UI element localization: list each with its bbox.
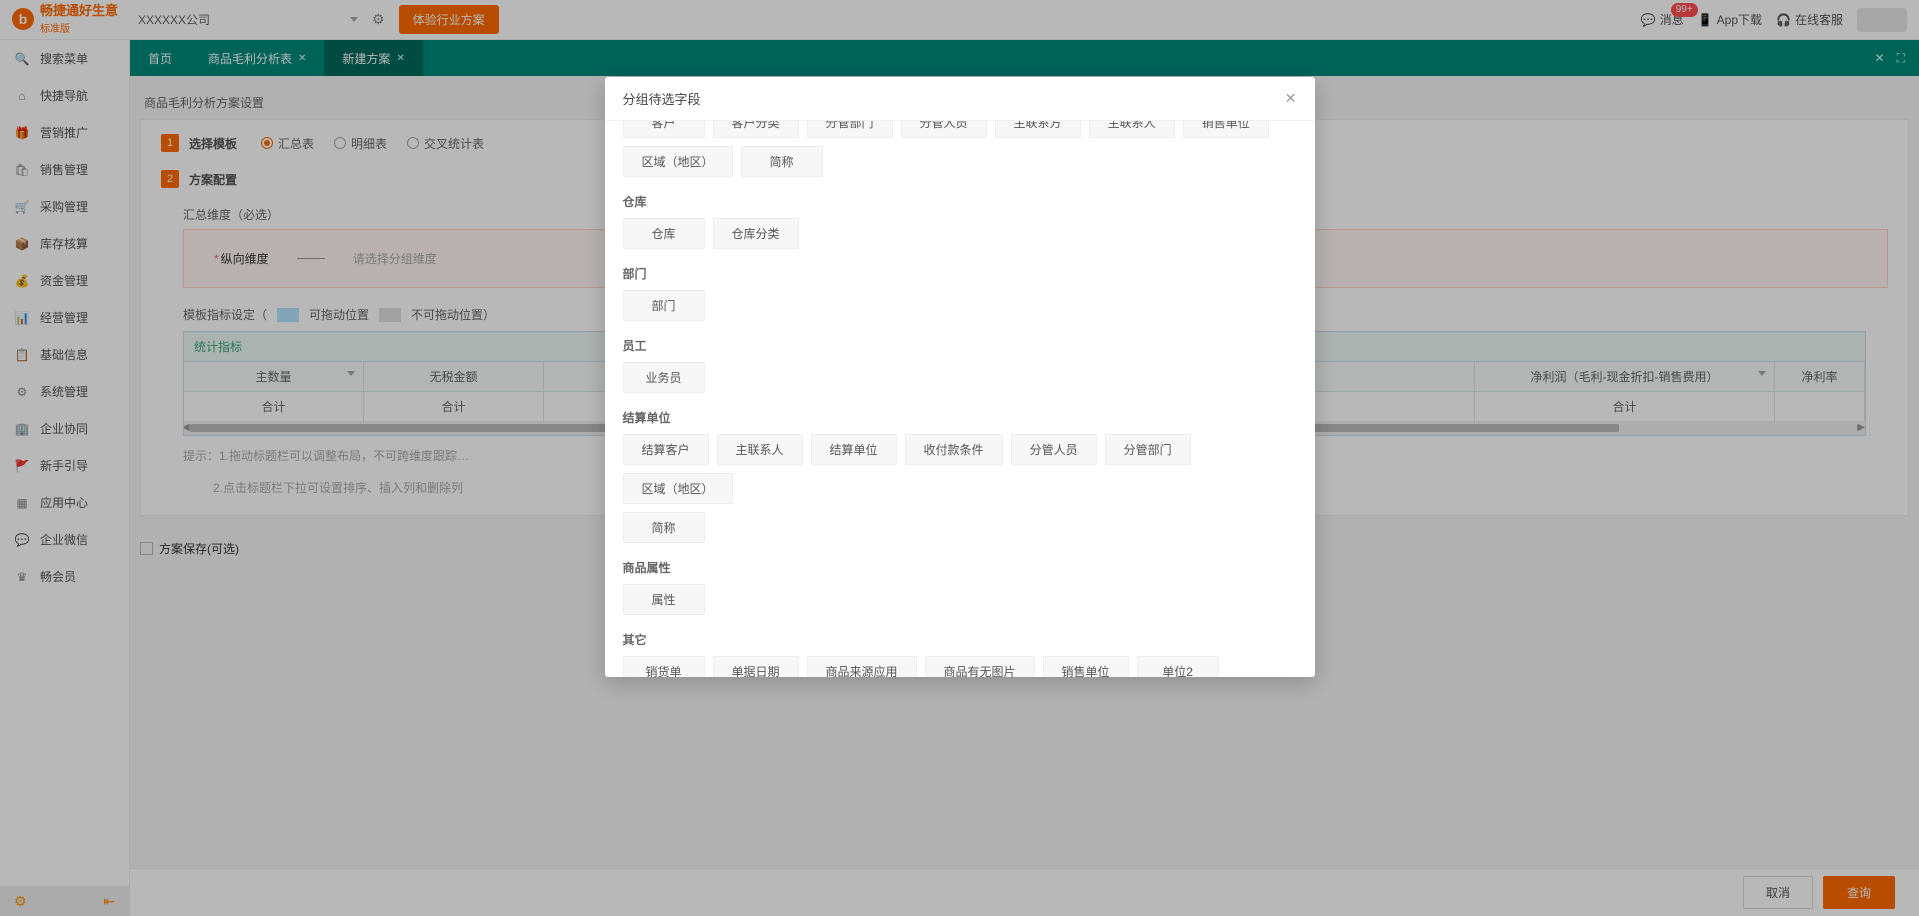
field-tag[interactable]: 销售单位	[1043, 656, 1129, 677]
field-tag[interactable]: 仓库	[623, 218, 705, 249]
field-tag[interactable]: 部门	[623, 290, 705, 321]
field-tag[interactable]: 属性	[623, 584, 705, 615]
tag-row: 客户客户分类分管部门分管人员主联系方主联系人销售单位	[623, 121, 1297, 138]
field-tag[interactable]: 结算单位	[811, 434, 897, 465]
field-tag[interactable]: 分管人员	[901, 121, 987, 138]
field-tag[interactable]: 简称	[741, 146, 823, 177]
field-tag[interactable]: 主联系人	[717, 434, 803, 465]
group-title: 员工	[623, 337, 1297, 354]
tag-row: 结算客户主联系人结算单位收付款条件分管人员分管部门区域（地区）	[623, 434, 1297, 504]
field-tag[interactable]: 区域（地区）	[623, 473, 733, 504]
field-tag[interactable]: 收付款条件	[905, 434, 1003, 465]
group-title: 部门	[623, 265, 1297, 282]
tag-row: 部门	[623, 290, 1297, 321]
field-tag[interactable]: 单据日期	[713, 656, 799, 677]
field-tag[interactable]: 分管人员	[1011, 434, 1097, 465]
group-title: 商品属性	[623, 559, 1297, 576]
field-tag[interactable]: 客户	[623, 121, 705, 138]
modal-close-icon[interactable]: ✕	[1285, 90, 1297, 107]
field-tag[interactable]: 区域（地区）	[623, 146, 733, 177]
group-field-modal: 分组待选字段 ✕ 客户客户分类分管部门分管人员主联系方主联系人销售单位区域（地区…	[605, 77, 1315, 677]
modal-header: 分组待选字段 ✕	[605, 77, 1315, 121]
field-tag[interactable]: 销货单	[623, 656, 705, 677]
field-tag[interactable]: 简称	[623, 512, 705, 543]
field-tag[interactable]: 仓库分类	[713, 218, 799, 249]
modal-mask[interactable]: 分组待选字段 ✕ 客户客户分类分管部门分管人员主联系方主联系人销售单位区域（地区…	[0, 0, 1919, 916]
tag-row: 仓库仓库分类	[623, 218, 1297, 249]
field-tag[interactable]: 主联系方	[995, 121, 1081, 138]
tag-row: 销货单单据日期商品来源应用商品有无图片销售单位单位2主计量	[623, 656, 1297, 677]
group-title: 结算单位	[623, 409, 1297, 426]
field-tag[interactable]: 主联系人	[1089, 121, 1175, 138]
field-tag[interactable]: 业务员	[623, 362, 705, 393]
field-tag[interactable]: 商品来源应用	[807, 656, 917, 677]
field-tag[interactable]: 结算客户	[623, 434, 709, 465]
field-tag[interactable]: 商品有无图片	[925, 656, 1035, 677]
tag-row: 简称	[623, 512, 1297, 543]
group-title: 仓库	[623, 193, 1297, 210]
modal-title: 分组待选字段	[623, 89, 701, 108]
tag-row: 区域（地区） 简称	[623, 146, 1297, 177]
group-title: 其它	[623, 631, 1297, 648]
tag-row: 属性	[623, 584, 1297, 615]
field-tag[interactable]: 分管部门	[1105, 434, 1191, 465]
modal-body: 客户客户分类分管部门分管人员主联系方主联系人销售单位区域（地区）简称仓库仓库仓库…	[605, 121, 1315, 677]
tag-row: 业务员	[623, 362, 1297, 393]
field-tag[interactable]: 客户分类	[713, 121, 799, 138]
field-tag[interactable]: 销售单位	[1183, 121, 1269, 138]
field-tag[interactable]: 单位2	[1137, 656, 1219, 677]
field-tag[interactable]: 分管部门	[807, 121, 893, 138]
